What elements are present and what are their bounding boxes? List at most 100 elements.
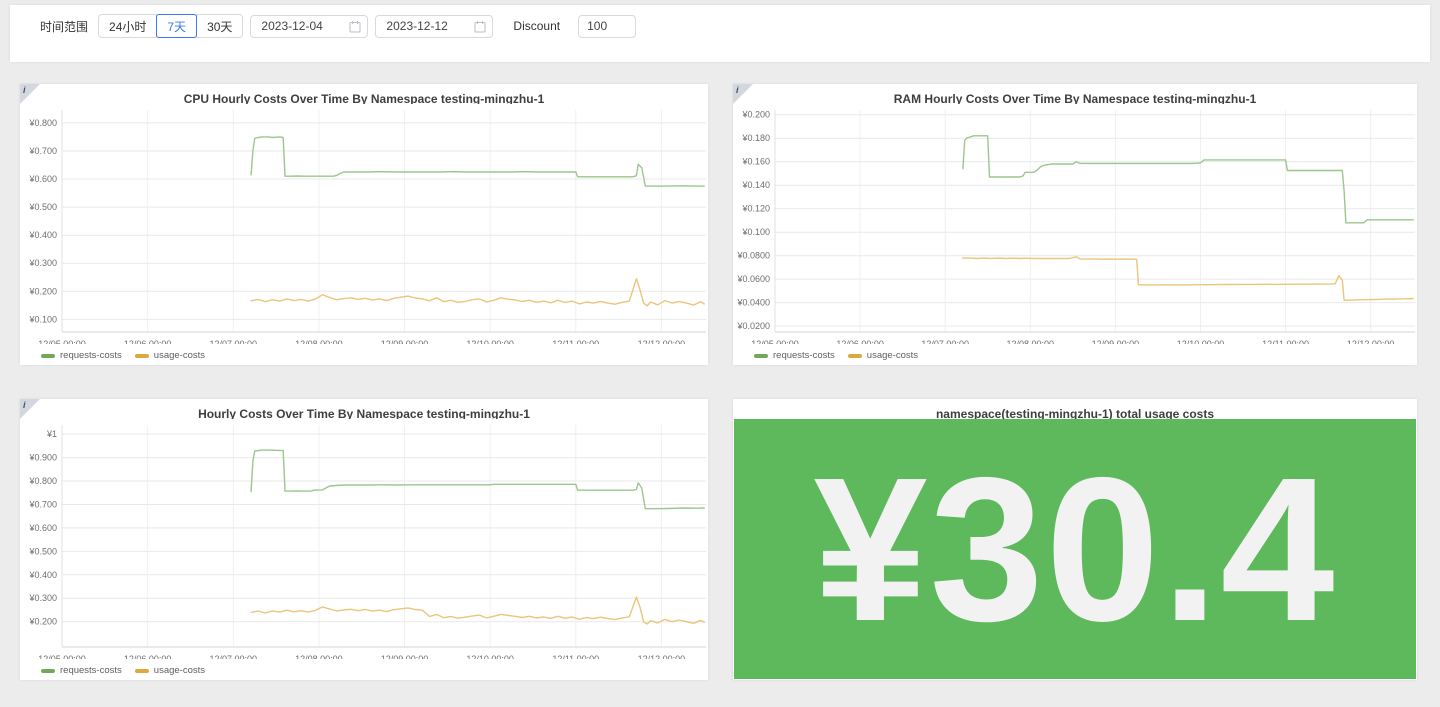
svg-text:12/05 00:00: 12/05 00:00	[38, 339, 86, 344]
svg-text:¥0.120: ¥0.120	[741, 204, 770, 214]
info-icon: i	[23, 400, 26, 410]
svg-text:12/06 00:00: 12/06 00:00	[836, 339, 884, 344]
toolbar-row: 时间范围 24小时 7天 30天 Discount	[10, 5, 1430, 38]
svg-text:12/07 00:00: 12/07 00:00	[209, 654, 257, 659]
cpu-chart-canvas[interactable]: 12/05 00:00 12/06 00:00 12/07 00:00 12/08 0…	[20, 106, 708, 344]
ram-chart-canvas[interactable]: 12/05 00:00 12/06 00:00 12/07 00:00 12/08 0…	[733, 106, 1417, 344]
svg-text:12/09 00:00: 12/09 00:00	[381, 654, 429, 659]
chart-legend: requests-costs usage-costs	[41, 350, 708, 361]
panel-title: RAM Hourly Costs Over Time By Namespace …	[893, 92, 1257, 104]
legend-item-usage-costs[interactable]: usage-costs	[847, 350, 918, 361]
hourly-chart-canvas[interactable]: 12/05 00:00 12/06 00:00 12/07 00:00 12/08 0…	[20, 421, 708, 659]
end-date-input[interactable]	[375, 14, 494, 38]
svg-text:¥0.0800: ¥0.0800	[736, 251, 770, 261]
svg-text:¥0.400: ¥0.400	[28, 230, 57, 240]
panel-title: namespace(testing-mingzhu-1) total usage…	[935, 407, 1215, 419]
svg-text:¥0.700: ¥0.700	[28, 500, 57, 510]
info-icon: i	[736, 85, 739, 95]
svg-text:12/08 00:00: 12/08 00:00	[295, 339, 343, 344]
svg-text:¥0.140: ¥0.140	[741, 180, 770, 190]
svg-text:12/06 00:00: 12/06 00:00	[124, 339, 172, 344]
svg-text:¥0.800: ¥0.800	[28, 118, 57, 128]
panel-title: Hourly Costs Over Time By Namespace test…	[198, 407, 530, 419]
legend-item-usage-costs[interactable]: usage-costs	[134, 665, 206, 676]
legend-item-requests-costs[interactable]: requests-costs	[41, 665, 122, 676]
discount-input[interactable]	[578, 14, 637, 38]
legend-label: requests-costs	[60, 665, 122, 676]
svg-text:12/07 00:00: 12/07 00:00	[209, 339, 257, 344]
legend-item-requests-costs[interactable]: requests-costs	[41, 350, 122, 361]
svg-text:12/10 00:00: 12/10 00:00	[1177, 339, 1225, 344]
svg-text:12/12 00:00: 12/12 00:00	[638, 654, 686, 659]
svg-text:¥0.500: ¥0.500	[28, 546, 57, 556]
svg-text:12/12 00:00: 12/12 00:00	[1347, 339, 1395, 344]
chart-legend: requests-costs usage-costs	[41, 665, 708, 676]
range-button-24h[interactable]: 24小时	[98, 14, 158, 38]
total-costs-stat-box: ¥30.4	[734, 419, 1416, 679]
legend-dash-icon	[134, 668, 149, 673]
legend-label: requests-costs	[60, 350, 122, 361]
legend-dash-icon	[754, 353, 768, 358]
svg-text:¥0.0600: ¥0.0600	[736, 274, 770, 284]
legend-label: usage-costs	[153, 665, 206, 676]
legend-dash-icon	[134, 353, 149, 358]
svg-text:12/07 00:00: 12/07 00:00	[921, 339, 969, 344]
svg-text:¥0.300: ¥0.300	[28, 258, 57, 268]
legend-item-usage-costs[interactable]: usage-costs	[134, 350, 206, 361]
legend-dash-icon	[41, 668, 55, 673]
svg-text:¥0.160: ¥0.160	[741, 157, 770, 167]
svg-text:¥0.400: ¥0.400	[28, 570, 57, 580]
panel-ram-hourly-costs: i RAM Hourly Costs Over Time By Namespac…	[733, 84, 1417, 365]
svg-text:¥0.100: ¥0.100	[28, 314, 57, 324]
svg-text:¥0.200: ¥0.200	[741, 110, 770, 120]
chart-legend: requests-costs usage-costs	[754, 350, 1417, 361]
legend-dash-icon	[847, 353, 862, 358]
svg-text:12/12 00:00: 12/12 00:00	[638, 339, 686, 344]
svg-text:12/08 00:00: 12/08 00:00	[295, 654, 343, 659]
svg-text:12/08 00:00: 12/08 00:00	[1007, 339, 1055, 344]
svg-text:¥0.800: ¥0.800	[28, 476, 57, 486]
panel-total-usage-costs: namespace(testing-mingzhu-1) total usage…	[733, 399, 1417, 680]
svg-text:12/05 00:00: 12/05 00:00	[38, 654, 86, 659]
svg-text:12/09 00:00: 12/09 00:00	[1092, 339, 1140, 344]
legend-dash-icon	[41, 353, 55, 358]
svg-text:¥0.0400: ¥0.0400	[736, 298, 770, 308]
legend-label: requests-costs	[773, 350, 835, 361]
svg-text:¥1: ¥1	[46, 429, 57, 439]
svg-text:12/09 00:00: 12/09 00:00	[381, 339, 429, 344]
svg-text:12/10 00:00: 12/10 00:00	[466, 339, 514, 344]
legend-item-requests-costs[interactable]: requests-costs	[754, 350, 835, 361]
discount-label: Discount	[513, 19, 561, 33]
info-icon: i	[23, 85, 26, 95]
svg-text:¥0.200: ¥0.200	[28, 286, 57, 296]
panel-title: CPU Hourly Costs Over Time By Namespace …	[183, 92, 545, 104]
start-date-picker	[250, 14, 369, 38]
start-date-input[interactable]	[250, 14, 369, 38]
svg-text:¥0.700: ¥0.700	[28, 146, 57, 156]
end-date-picker	[375, 14, 494, 38]
time-range-label: 时间范围	[40, 19, 89, 34]
range-button-30d[interactable]: 30天	[196, 14, 244, 38]
toolbar: 时间范围 24小时 7天 30天 Discount	[10, 5, 1430, 62]
svg-text:¥0.600: ¥0.600	[28, 523, 57, 533]
svg-text:¥0.900: ¥0.900	[28, 453, 57, 463]
range-button-7d[interactable]: 7天	[156, 14, 198, 38]
svg-text:12/11 00:00: 12/11 00:00	[552, 654, 599, 659]
svg-text:12/11 00:00: 12/11 00:00	[552, 339, 599, 344]
svg-text:12/10 00:00: 12/10 00:00	[466, 654, 514, 659]
svg-text:12/05 00:00: 12/05 00:00	[751, 339, 799, 344]
svg-text:¥0.180: ¥0.180	[741, 133, 770, 143]
svg-text:¥0.0200: ¥0.0200	[736, 321, 770, 331]
panel-info-corner[interactable]: i	[20, 399, 40, 419]
panel-info-corner[interactable]: i	[20, 84, 40, 104]
panel-cpu-hourly-costs: i CPU Hourly Costs Over Time By Namespac…	[20, 84, 708, 365]
svg-text:¥0.600: ¥0.600	[28, 174, 57, 184]
time-range-button-group: 24小时 7天 30天	[98, 14, 244, 38]
svg-text:¥0.500: ¥0.500	[28, 202, 57, 212]
total-costs-value: ¥30.4	[813, 434, 1337, 664]
svg-text:12/11 00:00: 12/11 00:00	[1262, 339, 1309, 344]
legend-label: usage-costs	[153, 350, 206, 361]
svg-text:¥0.200: ¥0.200	[28, 617, 57, 627]
panel-info-corner[interactable]: i	[733, 84, 753, 104]
svg-text:¥0.100: ¥0.100	[741, 227, 770, 237]
